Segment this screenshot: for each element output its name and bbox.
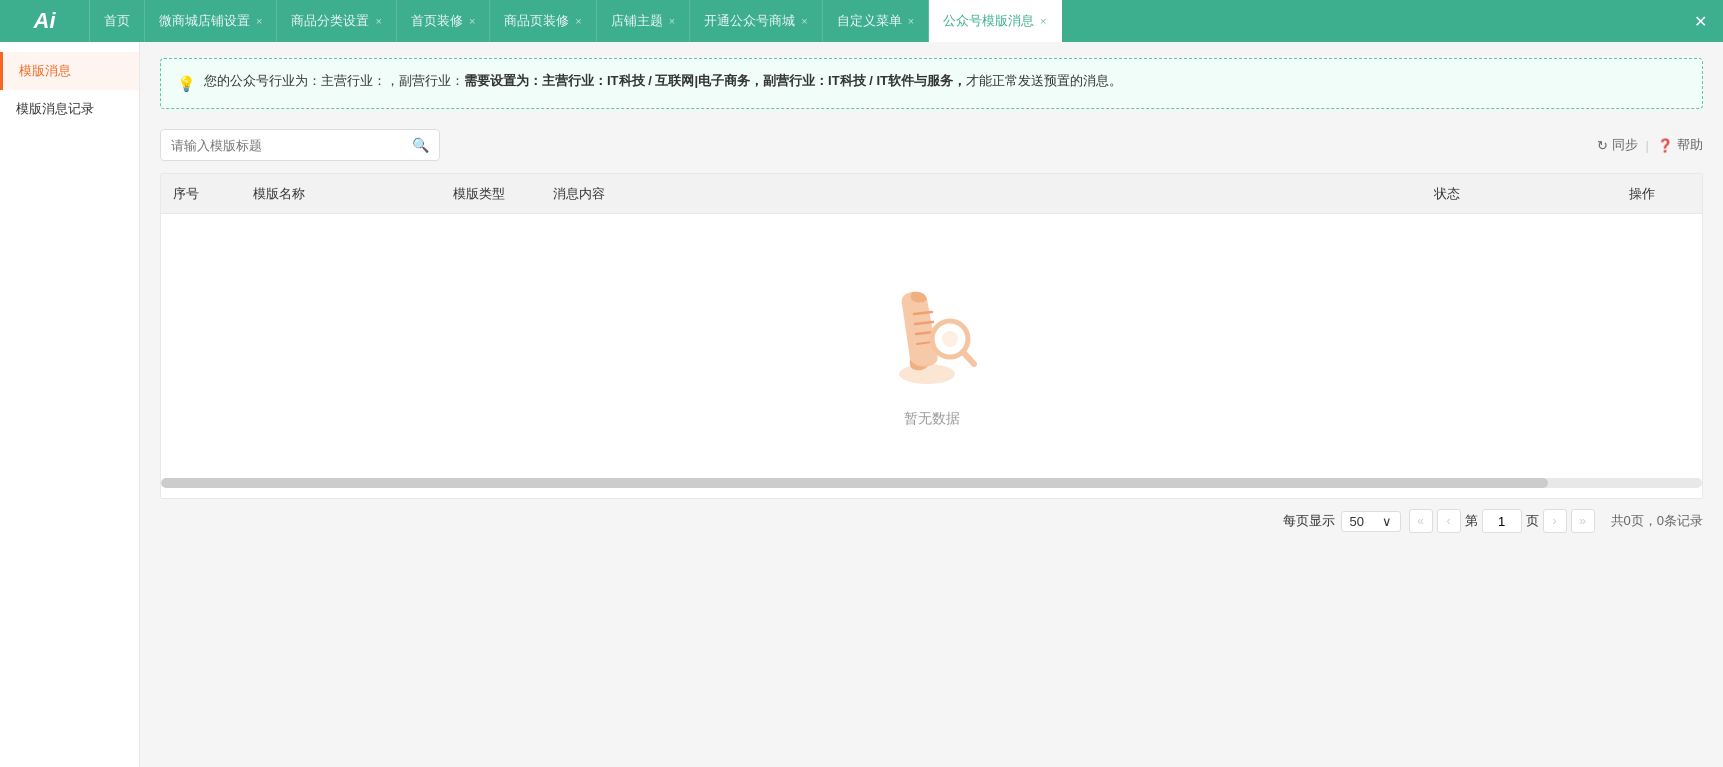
nav-tab-4[interactable]: 商品页装修 × <box>490 0 596 42</box>
notice-highlight: 需要设置为：主营行业：IT科技 / 互联网|电子商务，副营行业：IT科技 / I… <box>464 73 966 88</box>
last-page-button[interactable]: » <box>1571 509 1595 533</box>
page-input-wrap: 第 页 <box>1465 509 1539 533</box>
notice-box: 💡 您的公众号行业为：主营行业：，副营行业：需要设置为：主营行业：IT科技 / … <box>160 58 1703 109</box>
empty-state: 暂无数据 <box>161 214 1702 468</box>
help-icon: ❓ <box>1657 138 1673 153</box>
nav-tab-3[interactable]: 首页装修 × <box>397 0 490 42</box>
svg-point-8 <box>942 331 958 347</box>
sync-button[interactable]: ↻ 同步 <box>1597 136 1638 154</box>
th-seq: 序号 <box>161 185 241 203</box>
nav-tab-5[interactable]: 店铺主题 × <box>597 0 690 42</box>
nav-tab-label-1: 微商城店铺设置 <box>159 12 250 30</box>
table-header: 序号 模版名称 模版类型 消息内容 状态 操作 <box>161 174 1702 214</box>
horizontal-scrollbar[interactable] <box>161 478 1702 488</box>
nav-tab-label-5: 店铺主题 <box>611 12 663 30</box>
sidebar: 模版消息模版消息记录 <box>0 42 140 767</box>
search-bar: 🔍 ↻ 同步 | ❓ 帮助 <box>160 129 1703 161</box>
nav-tab-close-2[interactable]: × <box>375 15 381 27</box>
nav-tab-label-2: 商品分类设置 <box>291 12 369 30</box>
nav-tab-label-7: 自定义菜单 <box>837 12 902 30</box>
nav-tab-label-8: 公众号模版消息 <box>943 12 1034 30</box>
nav-tabs: 首页微商城店铺设置×商品分类设置×首页装修×商品页装修×店铺主题×开通公众号商城… <box>90 0 1678 42</box>
scrollbar-thumb[interactable] <box>161 478 1548 488</box>
th-status: 状态 <box>1422 185 1582 203</box>
nav-tab-2[interactable]: 商品分类设置 × <box>277 0 396 42</box>
nav-tab-label-3: 首页装修 <box>411 12 463 30</box>
nav-tab-close-3[interactable]: × <box>469 15 475 27</box>
nav-tab-label-4: 商品页装修 <box>504 12 569 30</box>
notice-icon: 💡 <box>177 72 196 96</box>
search-icon[interactable]: 🔍 <box>412 137 429 153</box>
help-button[interactable]: ❓ 帮助 <box>1657 136 1703 154</box>
th-content: 消息内容 <box>541 185 1422 203</box>
divider: | <box>1646 138 1649 153</box>
svg-line-7 <box>963 352 974 364</box>
content-area: 💡 您的公众号行业为：主营行业：，副营行业：需要设置为：主营行业：IT科技 / … <box>140 42 1723 767</box>
nav-tab-1[interactable]: 微商城店铺设置 × <box>145 0 277 42</box>
empty-illustration <box>872 274 992 394</box>
page-label: 第 <box>1465 512 1478 530</box>
sidebar-item-1[interactable]: 模版消息记录 <box>0 90 139 128</box>
th-action: 操作 <box>1582 185 1702 203</box>
page-total: 共0页，0条记录 <box>1611 512 1703 530</box>
empty-text: 暂无数据 <box>904 410 960 428</box>
sync-label: 同步 <box>1612 136 1638 154</box>
nav-tab-label-6: 开通公众号商城 <box>704 12 795 30</box>
page-navigation: « ‹ 第 页 › » <box>1409 509 1595 533</box>
page-size-label: 每页显示 <box>1283 512 1335 530</box>
help-label: 帮助 <box>1677 136 1703 154</box>
nav-tab-8[interactable]: 公众号模版消息 × <box>929 0 1061 42</box>
nav-tab-close-4[interactable]: × <box>575 15 581 27</box>
search-input[interactable] <box>171 138 412 153</box>
nav-tab-close-5[interactable]: × <box>669 15 675 27</box>
dropdown-arrow-icon: ∨ <box>1382 514 1392 529</box>
nav-tab-label-0: 首页 <box>104 12 130 30</box>
nav-tab-close-7[interactable]: × <box>908 15 914 27</box>
page-size-value: 50 <box>1350 514 1364 529</box>
pagination: 每页显示 50 ∨ « ‹ 第 页 › » 共0页，0条记录 <box>160 499 1703 543</box>
nav-tab-0[interactable]: 首页 <box>90 0 145 42</box>
logo: Ai <box>0 0 90 42</box>
main-layout: 模版消息模版消息记录 💡 您的公众号行业为：主营行业：，副营行业：需要设置为：主… <box>0 42 1723 767</box>
nav-tab-close-1[interactable]: × <box>256 15 262 27</box>
page-size-select: 每页显示 50 ∨ <box>1283 511 1401 532</box>
page-unit: 页 <box>1526 512 1539 530</box>
th-name: 模版名称 <box>241 185 441 203</box>
data-table: 序号 模版名称 模版类型 消息内容 状态 操作 <box>160 173 1703 499</box>
nav-tab-close-8[interactable]: × <box>1040 15 1046 27</box>
page-number-input[interactable] <box>1482 509 1522 533</box>
th-type: 模版类型 <box>441 185 541 203</box>
search-actions: ↻ 同步 | ❓ 帮助 <box>1597 136 1703 154</box>
sync-icon: ↻ <box>1597 138 1608 153</box>
page-size-dropdown[interactable]: 50 ∨ <box>1341 511 1401 532</box>
first-page-button[interactable]: « <box>1409 509 1433 533</box>
nav-tab-6[interactable]: 开通公众号商城 × <box>690 0 822 42</box>
search-input-wrap[interactable]: 🔍 <box>160 129 440 161</box>
nav-tab-close-6[interactable]: × <box>801 15 807 27</box>
prev-page-button[interactable]: ‹ <box>1437 509 1461 533</box>
next-page-button[interactable]: › <box>1543 509 1567 533</box>
global-close-button[interactable]: ✕ <box>1678 0 1723 42</box>
notice-text: 您的公众号行业为：主营行业：，副营行业：需要设置为：主营行业：IT科技 / 互联… <box>204 71 1122 92</box>
nav-tab-7[interactable]: 自定义菜单 × <box>823 0 929 42</box>
top-nav: Ai 首页微商城店铺设置×商品分类设置×首页装修×商品页装修×店铺主题×开通公众… <box>0 0 1723 42</box>
sidebar-item-0[interactable]: 模版消息 <box>0 52 139 90</box>
